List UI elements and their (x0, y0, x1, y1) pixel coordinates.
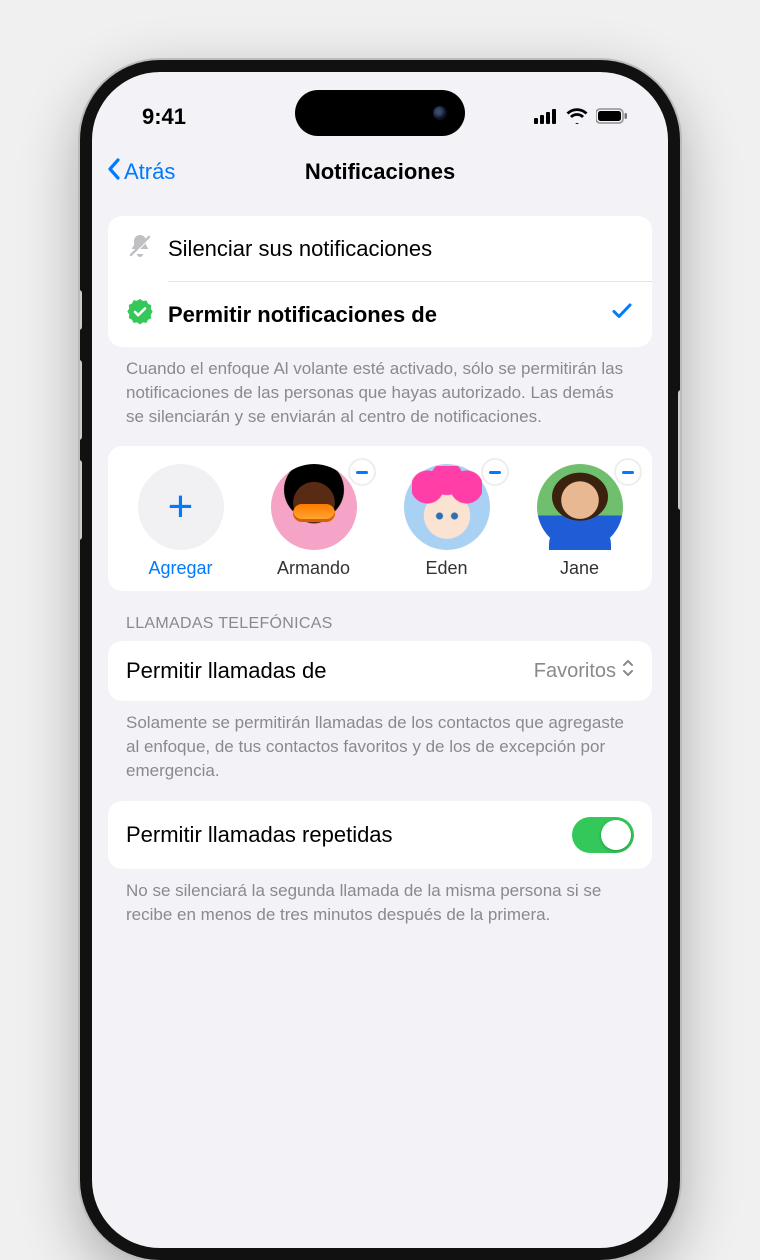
nav-bar: Atrás Notificaciones (92, 142, 668, 202)
allow-notifications-row[interactable]: Permitir notificaciones de (108, 282, 652, 347)
phone-device-frame: 9:41 Atrás Notificaciones (80, 60, 680, 1260)
bell-slash-icon (126, 232, 154, 265)
add-person-button[interactable]: + Agregar (120, 464, 241, 579)
allow-calls-from-label: Permitir llamadas de (126, 658, 520, 684)
back-button[interactable]: Atrás (106, 157, 175, 187)
avatar (537, 464, 623, 550)
allow-calls-from-row[interactable]: Permitir llamadas de Favoritos (108, 641, 652, 701)
person-jane[interactable]: Jane (519, 464, 640, 579)
battery-icon (596, 104, 628, 130)
plus-icon: + (138, 464, 224, 550)
allowed-people-card: + Agregar Armando Eden Jane (108, 446, 652, 591)
allow-calls-card: Permitir llamadas de Favoritos (108, 641, 652, 701)
person-name: Armando (277, 558, 350, 579)
ringer-switch (80, 290, 82, 330)
checkmark-seal-icon (126, 298, 154, 331)
repeat-calls-toggle[interactable] (572, 817, 634, 853)
front-camera (433, 106, 447, 120)
remove-badge-icon[interactable] (481, 458, 509, 486)
up-down-chevron-icon (622, 658, 634, 684)
repeat-calls-card: Permitir llamadas repetidas (108, 801, 652, 869)
screen: 9:41 Atrás Notificaciones (92, 72, 668, 1248)
person-armando[interactable]: Armando (253, 464, 374, 579)
chevron-left-icon (106, 157, 122, 187)
allow-calls-from-value: Favoritos (534, 660, 616, 683)
page-title: Notificaciones (305, 159, 455, 185)
checkmark-icon (610, 299, 634, 330)
silence-notifications-row[interactable]: Silenciar sus notificaciones (108, 216, 652, 281)
back-label: Atrás (124, 159, 175, 185)
person-eden[interactable]: Eden (386, 464, 507, 579)
avatar (404, 464, 490, 550)
person-name: Eden (425, 558, 467, 579)
mode-footer-text: Cuando el enfoque Al volante esté activa… (108, 347, 652, 446)
calls-section-header: LLAMADAS TELEFÓNICAS (108, 591, 652, 641)
avatar (271, 464, 357, 550)
dynamic-island (295, 90, 465, 136)
allow-calls-footer: Solamente se permitirán llamadas de los … (108, 701, 652, 800)
cellular-icon (534, 104, 558, 130)
repeat-calls-row: Permitir llamadas repetidas (108, 801, 652, 869)
silence-notifications-label: Silenciar sus notificaciones (168, 236, 634, 262)
status-time: 9:41 (142, 104, 186, 130)
remove-badge-icon[interactable] (614, 458, 642, 486)
person-name: Jane (560, 558, 599, 579)
allow-notifications-label: Permitir notificaciones de (168, 302, 596, 328)
repeat-calls-footer: No se silenciará la segunda llamada de l… (108, 869, 652, 945)
add-label: Agregar (148, 558, 212, 579)
volume-down-button (80, 460, 82, 540)
repeat-calls-label: Permitir llamadas repetidas (126, 822, 558, 848)
remove-badge-icon[interactable] (348, 458, 376, 486)
notification-mode-card: Silenciar sus notificaciones Permitir no… (108, 216, 652, 347)
wifi-icon (566, 104, 588, 130)
side-button (678, 390, 680, 510)
volume-up-button (80, 360, 82, 440)
